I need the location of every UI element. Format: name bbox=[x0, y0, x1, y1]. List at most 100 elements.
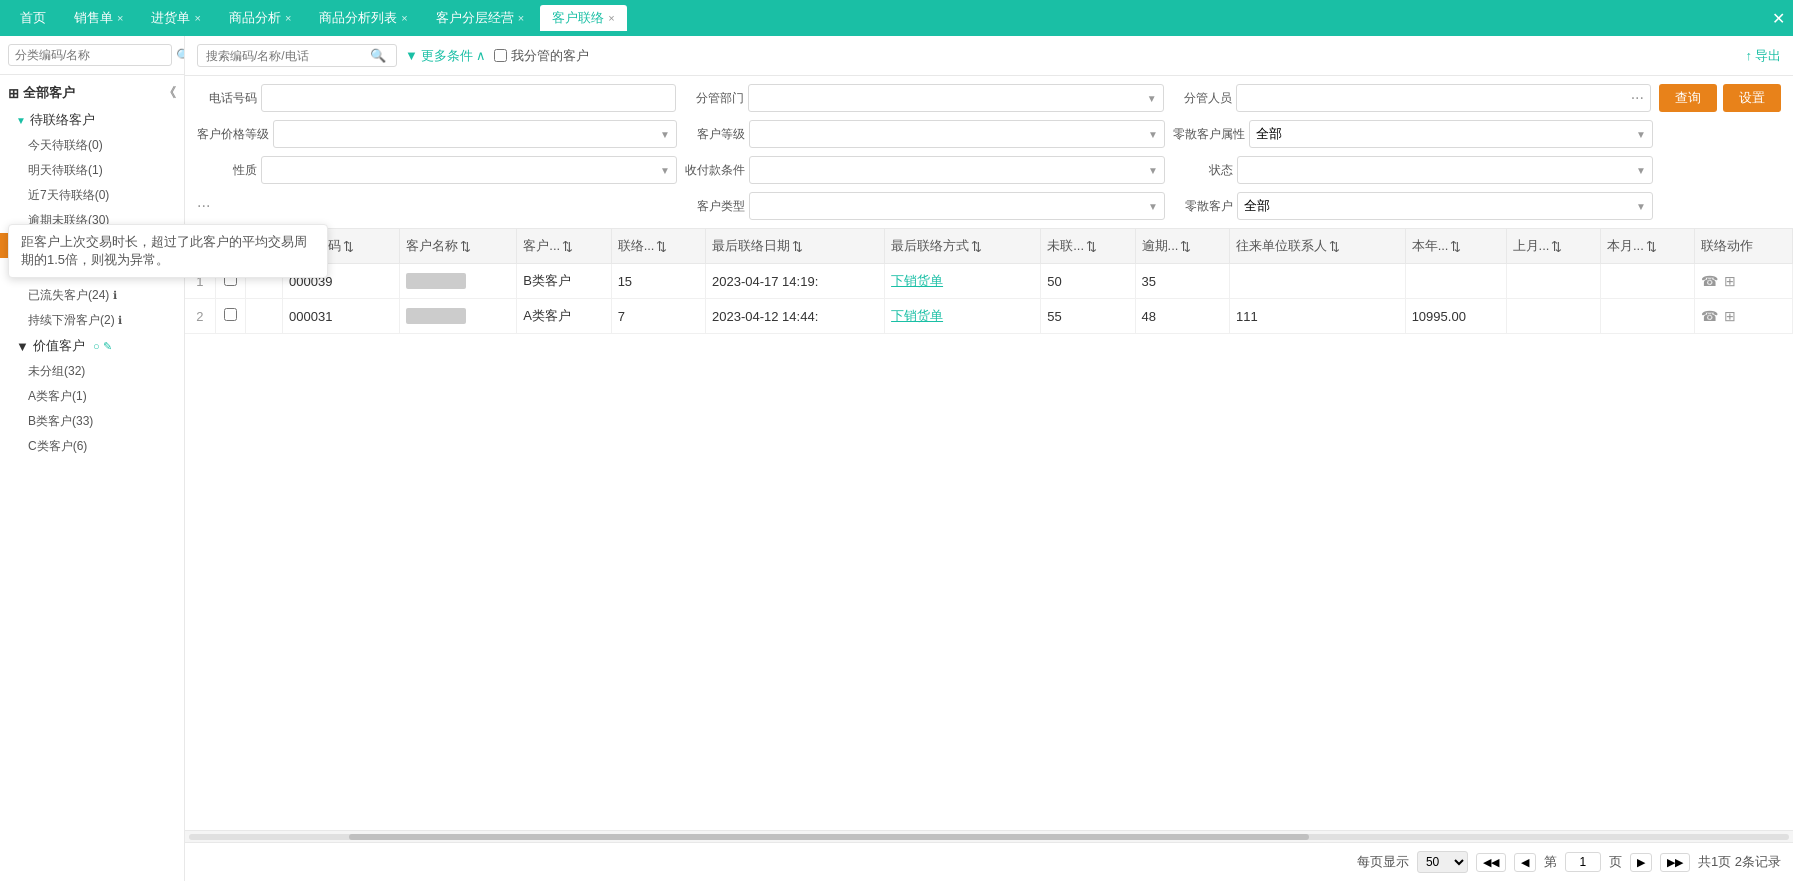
last-contact-link-2[interactable]: 下销货单 bbox=[891, 308, 943, 323]
sidebar-item-b-customers[interactable]: B类客户(33) bbox=[0, 409, 184, 434]
nav-tab-home[interactable]: 首页 bbox=[8, 5, 58, 31]
sidebar-search-area: 🔍 bbox=[0, 36, 184, 75]
search-icon[interactable]: 🔍 bbox=[370, 48, 386, 63]
nav-tab-customer-contact[interactable]: 客户联络 × bbox=[540, 5, 626, 31]
sidebar-item-unclassified[interactable]: 未分组(32) bbox=[0, 359, 184, 384]
edit-icon[interactable]: ○ ✎ bbox=[93, 340, 112, 353]
horizontal-scrollbar[interactable] bbox=[185, 830, 1793, 842]
col-current-year[interactable]: 本年...⇅ bbox=[1405, 229, 1506, 264]
search-input[interactable] bbox=[206, 49, 366, 63]
customer-level-select[interactable]: ▼ bbox=[749, 120, 1165, 148]
col-contact[interactable]: 联络...⇅ bbox=[611, 229, 705, 264]
phone-action-icon[interactable]: ☎ bbox=[1701, 273, 1718, 289]
retail-attr-select[interactable]: 全部 ▼ bbox=[1249, 120, 1653, 148]
price-level-select[interactable]: ▼ bbox=[273, 120, 677, 148]
col-last-contact-date[interactable]: 最后联络日期⇅ bbox=[706, 229, 885, 264]
sidebar-item-a-customers[interactable]: A类客户(1) bbox=[0, 384, 184, 409]
col-contact-label: 联络... bbox=[618, 237, 655, 255]
sort-icon: ⇅ bbox=[460, 239, 471, 254]
last-contact-link-1[interactable]: 下销货单 bbox=[891, 273, 943, 288]
sidebar-item-declining[interactable]: 持续下滑客户(2) ℹ bbox=[0, 308, 184, 333]
retail-customer-select[interactable]: 全部 ▼ bbox=[1237, 192, 1653, 220]
col-last-month-label: 上月... bbox=[1513, 237, 1550, 255]
sidebar-item-c-customers[interactable]: C类客户(6) bbox=[0, 434, 184, 459]
row-this-month-2 bbox=[1600, 299, 1694, 334]
gender-select[interactable]: ▼ bbox=[261, 156, 677, 184]
sidebar-search-icon[interactable]: 🔍 bbox=[176, 48, 185, 63]
sort-icon: ⇅ bbox=[656, 239, 667, 254]
col-this-month[interactable]: 本月...⇅ bbox=[1600, 229, 1694, 264]
nav-tab-purchase[interactable]: 进货单 × bbox=[139, 5, 212, 31]
row-last-contact-type-1[interactable]: 下销货单 bbox=[885, 264, 1041, 299]
row-last-contact-type-2[interactable]: 下销货单 bbox=[885, 299, 1041, 334]
customer-type-select[interactable]: ▼ bbox=[749, 192, 1165, 220]
row-current-year-1 bbox=[1405, 264, 1506, 299]
sidebar-item-tomorrow-contact[interactable]: 明天待联络(1) bbox=[0, 158, 184, 183]
col-unreached[interactable]: 未联...⇅ bbox=[1041, 229, 1135, 264]
status-select[interactable]: ▼ bbox=[1237, 156, 1653, 184]
collapse-button[interactable]: 《 bbox=[163, 84, 176, 102]
query-button[interactable]: 查询 bbox=[1659, 84, 1717, 112]
close-icon[interactable]: × bbox=[194, 12, 200, 24]
close-icon[interactable]: × bbox=[401, 12, 407, 24]
row-select-checkbox[interactable] bbox=[224, 308, 237, 321]
close-icon[interactable]: × bbox=[518, 12, 524, 24]
chevron-down-icon: ▼ bbox=[1636, 165, 1646, 176]
row-current-year-2: 10995.00 bbox=[1405, 299, 1506, 334]
more-filter-icon[interactable]: ··· bbox=[197, 197, 210, 215]
message-action-icon[interactable]: ⊞ bbox=[1724, 273, 1736, 289]
next-page-button[interactable]: ▶ bbox=[1630, 853, 1652, 872]
value-customer-group[interactable]: ▼ 价值客户 ○ ✎ bbox=[0, 333, 184, 359]
close-icon[interactable]: × bbox=[117, 12, 123, 24]
col-overdue[interactable]: 逾期...⇅ bbox=[1135, 229, 1229, 264]
nav-tab-analysis-list[interactable]: 商品分析列表 × bbox=[307, 5, 419, 31]
first-page-button[interactable]: ◀◀ bbox=[1476, 853, 1506, 872]
ellipsis-icon[interactable]: ··· bbox=[1631, 89, 1644, 107]
filter-row-3: 性质 ▼ 收付款条件 ▼ 状态 ▼ bbox=[197, 156, 1781, 184]
phone-input[interactable] bbox=[261, 84, 676, 112]
message-action-icon[interactable]: ⊞ bbox=[1724, 308, 1736, 324]
top-nav: 首页 销售单 × 进货单 × 商品分析 × 商品分析列表 × 客户分层经营 × … bbox=[0, 0, 1793, 36]
nav-tab-analysis[interactable]: 商品分析 × bbox=[217, 5, 303, 31]
col-company-contacts[interactable]: 往来单位联系人⇅ bbox=[1229, 229, 1405, 264]
table-footer: 每页显示 50 100 200 ◀◀ ◀ 第 页 ▶ ▶▶ 共1页 2条记录 bbox=[185, 842, 1793, 881]
sidebar-search-input[interactable] bbox=[8, 44, 172, 66]
filter-person: 分管人员 ··· bbox=[1172, 84, 1651, 112]
export-button[interactable]: ↑ 导出 bbox=[1746, 47, 1782, 65]
col-category[interactable]: 客户...⇅ bbox=[517, 229, 611, 264]
col-last-contact-type[interactable]: 最后联络方式⇅ bbox=[885, 229, 1041, 264]
dept-select[interactable]: ▼ bbox=[748, 84, 1163, 112]
sidebar-item-today-contact[interactable]: 今天待联络(0) bbox=[0, 133, 184, 158]
phone-action-icon[interactable]: ☎ bbox=[1701, 308, 1718, 324]
prev-page-button[interactable]: ◀ bbox=[1514, 853, 1536, 872]
all-customers-header[interactable]: ⊞ 全部客户 《 bbox=[0, 79, 184, 107]
close-icon[interactable]: × bbox=[285, 12, 291, 24]
row-checkbox-2[interactable] bbox=[215, 299, 245, 334]
sidebar-item-7day-contact[interactable]: 近7天待联络(0) bbox=[0, 183, 184, 208]
payment-select[interactable]: ▼ bbox=[749, 156, 1165, 184]
filter-area: 电话号码 分管部门 ▼ 分管人员 ··· 查询 设置 bbox=[185, 76, 1793, 229]
col-name[interactable]: 客户名称⇅ bbox=[400, 229, 517, 264]
scrollbar-thumb[interactable] bbox=[349, 834, 1309, 840]
my-customers-filter[interactable]: 我分管的客户 bbox=[494, 47, 589, 65]
row-last-month-2 bbox=[1506, 299, 1600, 334]
nav-tab-sales[interactable]: 销售单 × bbox=[62, 5, 135, 31]
sidebar-item-churned[interactable]: 已流失客户(24) ℹ bbox=[0, 283, 184, 308]
filter-payment: 收付款条件 ▼ bbox=[685, 156, 1165, 184]
close-all-button[interactable]: ✕ bbox=[1772, 9, 1785, 28]
left-sidebar: 🔍 ⊞ 全部客户 《 ▼ 待联络客户 今天待联络(0) 明天待联络(1) 近7天… bbox=[0, 36, 185, 881]
per-page-select[interactable]: 50 100 200 bbox=[1417, 851, 1468, 873]
close-icon[interactable]: × bbox=[608, 12, 614, 24]
nav-tab-customer-tier[interactable]: 客户分层经营 × bbox=[424, 5, 536, 31]
filter-status: 状态 ▼ bbox=[1173, 156, 1653, 184]
sort-icon: ⇅ bbox=[1450, 239, 1461, 254]
person-select[interactable]: ··· bbox=[1236, 84, 1651, 112]
my-customers-checkbox[interactable] bbox=[494, 49, 507, 62]
more-conditions-button[interactable]: ▼ 更多条件 ∧ bbox=[405, 47, 486, 65]
pending-contact-section[interactable]: ▼ 待联络客户 bbox=[0, 107, 184, 133]
row-last-month-1 bbox=[1506, 264, 1600, 299]
last-page-button[interactable]: ▶▶ bbox=[1660, 853, 1690, 872]
settings-button[interactable]: 设置 bbox=[1723, 84, 1781, 112]
col-last-month[interactable]: 上月...⇅ bbox=[1506, 229, 1600, 264]
page-input[interactable] bbox=[1565, 852, 1601, 872]
